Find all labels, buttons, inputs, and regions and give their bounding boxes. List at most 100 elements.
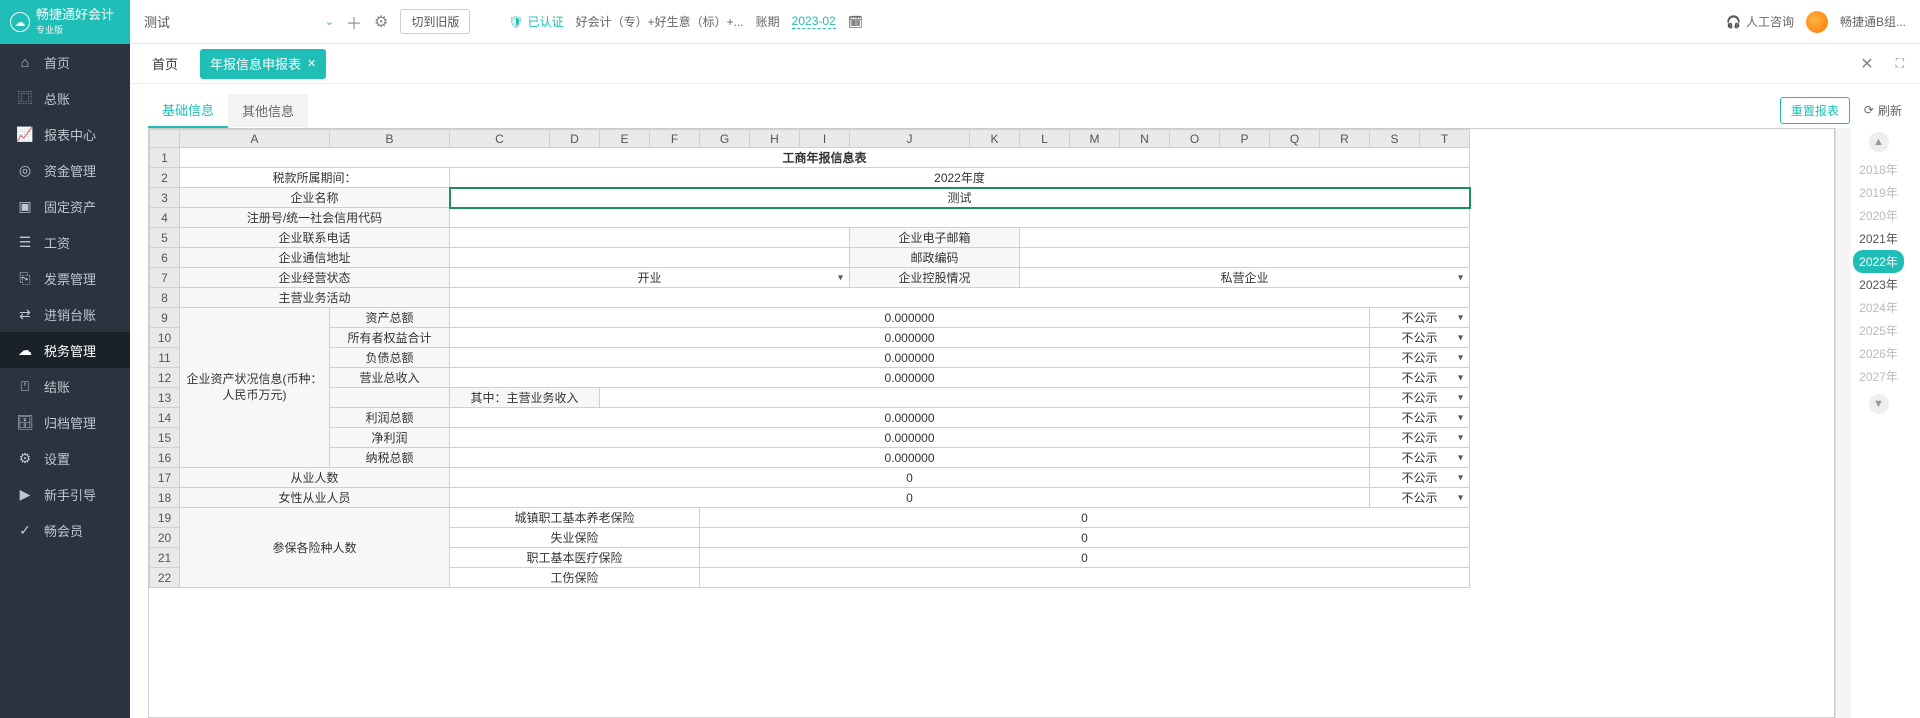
cell[interactable]: 纳税总额 [330, 448, 450, 468]
cell[interactable]: 城镇职工基本养老保险 [450, 508, 700, 528]
calendar-icon[interactable]: 🗓 [848, 15, 863, 29]
cell[interactable]: 企业名称 [180, 188, 450, 208]
cell[interactable]: 0.000000 [450, 348, 1370, 368]
sidebar-item-tax[interactable]: ☁税务管理 [0, 332, 130, 368]
period-selector[interactable]: 2023-02 [792, 14, 836, 29]
company-name-cell[interactable]: 测试 [450, 188, 1470, 208]
column-header[interactable]: L [1020, 130, 1070, 148]
cell[interactable]: 净利润 [330, 428, 450, 448]
subtab-other[interactable]: 其他信息 [228, 94, 308, 127]
reset-report-button[interactable]: 重置报表 [1780, 97, 1850, 124]
row-header[interactable]: 9 [150, 308, 180, 328]
sidebar-item-inventory[interactable]: ⇄进销台账 [0, 296, 130, 332]
sidebar-item-salary[interactable]: ☰工资 [0, 224, 130, 260]
column-header[interactable]: D [550, 130, 600, 148]
row-header[interactable]: 1 [150, 148, 180, 168]
column-header[interactable]: A [180, 130, 330, 148]
row-header[interactable]: 18 [150, 488, 180, 508]
sidebar-item-invoice[interactable]: ⎘发票管理 [0, 260, 130, 296]
switch-old-version-button[interactable]: 切到旧版 [400, 9, 470, 34]
cell[interactable]: 0.000000 [450, 448, 1370, 468]
support-link[interactable]: 🎧 人工咨询 [1726, 13, 1794, 30]
spreadsheet[interactable]: ABCDEFGHIJKLMNOPQRST1工商年报信息表2税款所属期间：2022… [148, 128, 1835, 718]
cell[interactable]: 不公示 [1370, 488, 1470, 508]
row-header[interactable]: 21 [150, 548, 180, 568]
cell[interactable]: 不公示 [1370, 408, 1470, 428]
cell[interactable]: 职工基本医疗保险 [450, 548, 700, 568]
cell[interactable]: 私营企业 [1020, 268, 1470, 288]
sidebar-item-closing[interactable]: ⍞结账 [0, 368, 130, 404]
cell[interactable]: 不公示 [1370, 468, 1470, 488]
subtab-basic[interactable]: 基础信息 [148, 93, 228, 128]
cell[interactable] [330, 388, 450, 408]
column-header[interactable]: Q [1270, 130, 1320, 148]
year-item[interactable]: 2022年 [1853, 250, 1904, 273]
column-header[interactable]: B [330, 130, 450, 148]
select-all-cell[interactable] [150, 130, 180, 148]
cell[interactable]: 0 [450, 488, 1370, 508]
column-header[interactable]: E [600, 130, 650, 148]
cell[interactable]: 0.000000 [450, 368, 1370, 388]
org-selector[interactable]: 测试 ⌄ [144, 8, 334, 36]
cell[interactable]: 不公示 [1370, 368, 1470, 388]
row-header[interactable]: 20 [150, 528, 180, 548]
cell[interactable]: 企业经营状态 [180, 268, 450, 288]
year-item[interactable]: 2026年 [1853, 342, 1904, 365]
column-header[interactable]: F [650, 130, 700, 148]
year-item[interactable]: 2024年 [1853, 296, 1904, 319]
cell[interactable] [1020, 248, 1470, 268]
cell[interactable]: 所有者权益合计 [330, 328, 450, 348]
cell[interactable]: 不公示 [1370, 428, 1470, 448]
row-header[interactable]: 10 [150, 328, 180, 348]
cell[interactable] [450, 288, 1470, 308]
sidebar-item-reports[interactable]: 📈报表中心 [0, 116, 130, 152]
refresh-button[interactable]: ⟳ 刷新 [1864, 102, 1902, 119]
year-down-button[interactable]: ▼ [1869, 394, 1889, 414]
cell[interactable] [1020, 228, 1470, 248]
cell[interactable]: 负债总额 [330, 348, 450, 368]
add-icon[interactable]: ＋ [346, 10, 362, 34]
cell[interactable]: 主营业务活动 [180, 288, 450, 308]
cell[interactable] [450, 248, 850, 268]
year-item[interactable]: 2018年 [1853, 158, 1904, 181]
close-all-tabs-icon[interactable]: ✕ [1854, 54, 1879, 74]
year-up-button[interactable]: ▲ [1869, 132, 1889, 152]
column-header[interactable]: T [1420, 130, 1470, 148]
column-header[interactable]: M [1070, 130, 1120, 148]
year-item[interactable]: 2020年 [1853, 204, 1904, 227]
row-header[interactable]: 5 [150, 228, 180, 248]
row-header[interactable]: 11 [150, 348, 180, 368]
cell[interactable] [450, 208, 1470, 228]
sidebar-item-funds[interactable]: ◎资金管理 [0, 152, 130, 188]
cell[interactable]: 开业 [450, 268, 850, 288]
cell[interactable] [700, 568, 1470, 588]
close-icon[interactable]: ✕ [307, 57, 316, 70]
year-item[interactable]: 2025年 [1853, 319, 1904, 342]
column-header[interactable]: I [800, 130, 850, 148]
cell[interactable]: 不公示 [1370, 328, 1470, 348]
cell[interactable]: 0 [700, 508, 1470, 528]
fullscreen-icon[interactable]: ⛶ [1890, 56, 1910, 71]
column-header[interactable]: O [1170, 130, 1220, 148]
row-header[interactable]: 14 [150, 408, 180, 428]
cell[interactable]: 企业电子邮箱 [850, 228, 1020, 248]
column-header[interactable]: J [850, 130, 970, 148]
row-header[interactable]: 17 [150, 468, 180, 488]
column-header[interactable]: H [750, 130, 800, 148]
row-header[interactable]: 3 [150, 188, 180, 208]
cell[interactable]: 邮政编码 [850, 248, 1020, 268]
cell[interactable]: 0 [700, 548, 1470, 568]
avatar[interactable] [1806, 11, 1828, 33]
row-header[interactable]: 22 [150, 568, 180, 588]
sidebar-item-settings[interactable]: ⚙设置 [0, 440, 130, 476]
year-item[interactable]: 2021年 [1853, 227, 1904, 250]
row-header[interactable]: 8 [150, 288, 180, 308]
sidebar-item-archive[interactable]: 🗄归档管理 [0, 404, 130, 440]
cell[interactable] [600, 388, 1370, 408]
cell[interactable]: 其中：主营业务收入 [450, 388, 600, 408]
year-item[interactable]: 2019年 [1853, 181, 1904, 204]
settings-icon[interactable]: ⚙ [374, 12, 388, 32]
row-header[interactable]: 13 [150, 388, 180, 408]
cell[interactable]: 女性从业人员 [180, 488, 450, 508]
cell[interactable]: 0.000000 [450, 308, 1370, 328]
